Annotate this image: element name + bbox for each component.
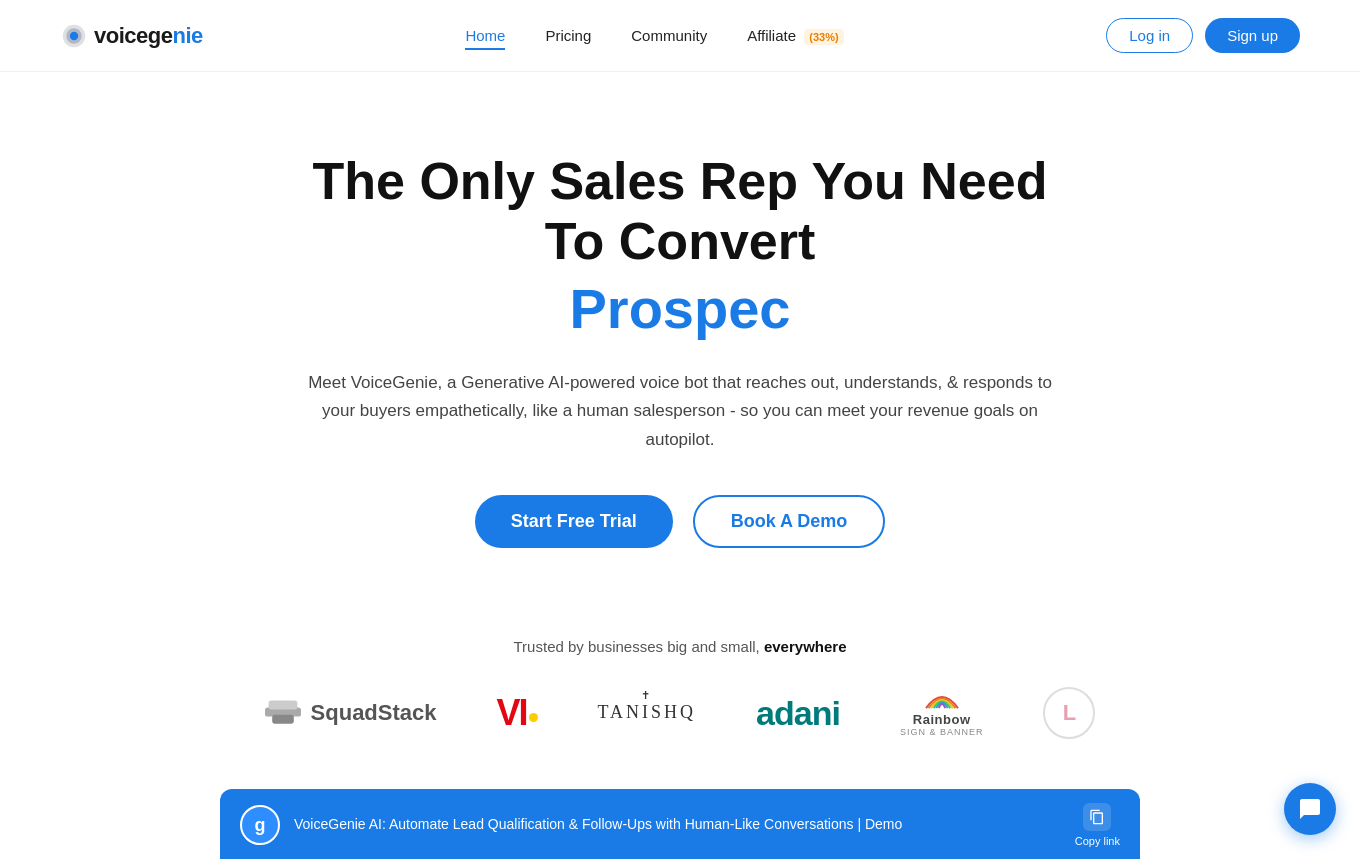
nav-actions: Log in Sign up: [1106, 18, 1300, 53]
copy-link-button[interactable]: Copy link: [1075, 803, 1120, 847]
logo-text: voicegenie: [94, 23, 203, 49]
svg-rect-4: [268, 701, 297, 710]
video-bar: g VoiceGenie AI: Automate Lead Qualifica…: [220, 789, 1140, 859]
affiliate-badge: (33%): [804, 29, 843, 45]
logos-row: SquadStack VI ✝ TANISHQ adani: [40, 687, 1320, 739]
svg-point-2: [70, 31, 78, 39]
rainbow-name-text: Rainbow: [913, 712, 971, 727]
copy-icon-svg: [1089, 809, 1105, 825]
svg-rect-5: [272, 715, 294, 724]
hero-description: Meet VoiceGenie, a Generative AI-powered…: [290, 369, 1070, 456]
chat-bubble-button[interactable]: [1284, 783, 1336, 835]
copy-label: Copy link: [1075, 835, 1120, 847]
hero-title: The Only Sales Rep You Need To Convert: [280, 152, 1080, 272]
circle-logo: L: [1043, 687, 1095, 739]
nav-affiliate[interactable]: Affiliate (33%): [747, 27, 843, 44]
tanishq-logo: ✝ TANISHQ: [598, 689, 697, 737]
squadstack-name: SquadStack: [311, 700, 437, 726]
hero-section: The Only Sales Rep You Need To Convert P…: [0, 72, 1360, 588]
logo-link[interactable]: voicegenie: [60, 22, 203, 50]
logo-icon: [60, 22, 88, 50]
trusted-text: Trusted by businesses big and small, eve…: [40, 638, 1320, 655]
nav-community[interactable]: Community: [631, 27, 707, 44]
rainbow-icon-svg: [922, 689, 962, 712]
nav-links: Home Pricing Community Affiliate (33%): [465, 27, 843, 45]
trusted-section: Trusted by businesses big and small, eve…: [0, 588, 1360, 769]
chat-icon: [1298, 797, 1322, 821]
signup-button[interactable]: Sign up: [1205, 18, 1300, 53]
tanishq-icon-symbol: ✝: [598, 689, 697, 702]
start-free-trial-button[interactable]: Start Free Trial: [475, 495, 673, 548]
video-avatar: g: [240, 805, 280, 845]
login-button[interactable]: Log in: [1106, 18, 1193, 53]
rainbow-sub-text: SIGN & BANNER: [900, 727, 984, 737]
video-title: VoiceGenie AI: Automate Lead Qualificati…: [294, 815, 902, 835]
vi-logo: VI: [497, 689, 538, 737]
hero-actions: Start Free Trial Book A Demo: [475, 495, 886, 548]
nav-home[interactable]: Home: [465, 27, 505, 50]
copy-icon: [1083, 803, 1111, 831]
rainbow-logo: Rainbow SIGN & BANNER: [900, 689, 984, 737]
hero-subtitle: Prospec: [570, 276, 791, 341]
video-section: g VoiceGenie AI: Automate Lead Qualifica…: [200, 789, 1160, 859]
vi-dot: [529, 713, 538, 722]
tanishq-name-text: TANISHQ: [598, 702, 697, 723]
squadstack-icon: [265, 695, 301, 731]
squadstack-logo: SquadStack: [265, 689, 437, 737]
adani-text: adani: [756, 694, 840, 733]
book-demo-button[interactable]: Book A Demo: [693, 495, 886, 548]
vi-text: VI: [497, 692, 527, 734]
nav-pricing[interactable]: Pricing: [545, 27, 591, 44]
adani-logo: adani: [756, 689, 840, 737]
video-bar-left: g VoiceGenie AI: Automate Lead Qualifica…: [240, 805, 902, 845]
navbar: voicegenie Home Pricing Community Affili…: [0, 0, 1360, 72]
